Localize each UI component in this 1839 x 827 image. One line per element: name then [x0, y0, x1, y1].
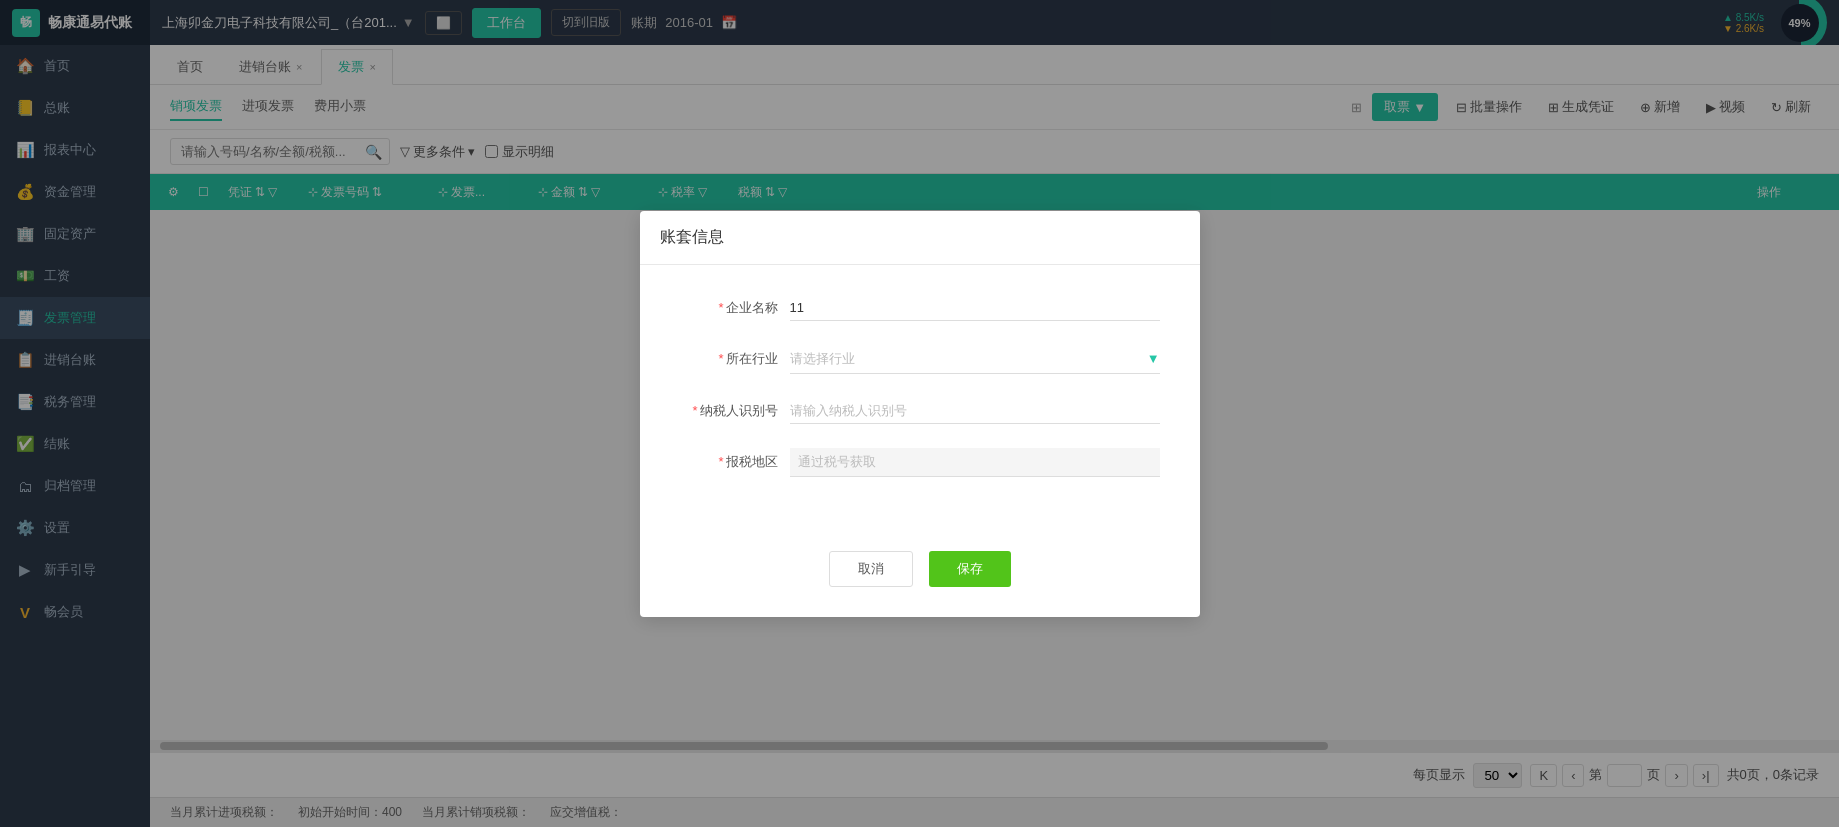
tax-region-field: 通过税号获取	[790, 448, 1160, 477]
tax-id-label: 纳税人识别号	[680, 402, 790, 420]
modal-dialog: 账套信息 企业名称 所在行业 请选择行业 ▼ 纳税人识别号	[640, 211, 1200, 617]
form-row-tax-region: 报税地区 通过税号获取	[680, 448, 1160, 477]
modal-footer: 取消 保存	[640, 531, 1200, 617]
modal-title: 账套信息	[660, 228, 724, 245]
company-name-label: 企业名称	[680, 299, 790, 317]
tax-region-label: 报税地区	[680, 453, 790, 471]
dropdown-chevron-icon: ▼	[1147, 351, 1160, 366]
tax-id-input[interactable]	[790, 398, 1160, 424]
company-name-input[interactable]	[790, 295, 1160, 321]
form-row-tax-id: 纳税人识别号	[680, 398, 1160, 424]
form-row-company: 企业名称	[680, 295, 1160, 321]
cancel-button[interactable]: 取消	[829, 551, 913, 587]
industry-placeholder: 请选择行业	[790, 350, 855, 368]
industry-label: 所在行业	[680, 350, 790, 368]
save-button[interactable]: 保存	[929, 551, 1011, 587]
industry-select[interactable]: 请选择行业 ▼	[790, 345, 1160, 374]
form-row-industry: 所在行业 请选择行业 ▼	[680, 345, 1160, 374]
modal-body: 企业名称 所在行业 请选择行业 ▼ 纳税人识别号 报税地区 通过税号获取	[640, 265, 1200, 531]
modal-overlay: 账套信息 企业名称 所在行业 请选择行业 ▼ 纳税人识别号	[0, 0, 1839, 827]
modal-header: 账套信息	[640, 211, 1200, 265]
